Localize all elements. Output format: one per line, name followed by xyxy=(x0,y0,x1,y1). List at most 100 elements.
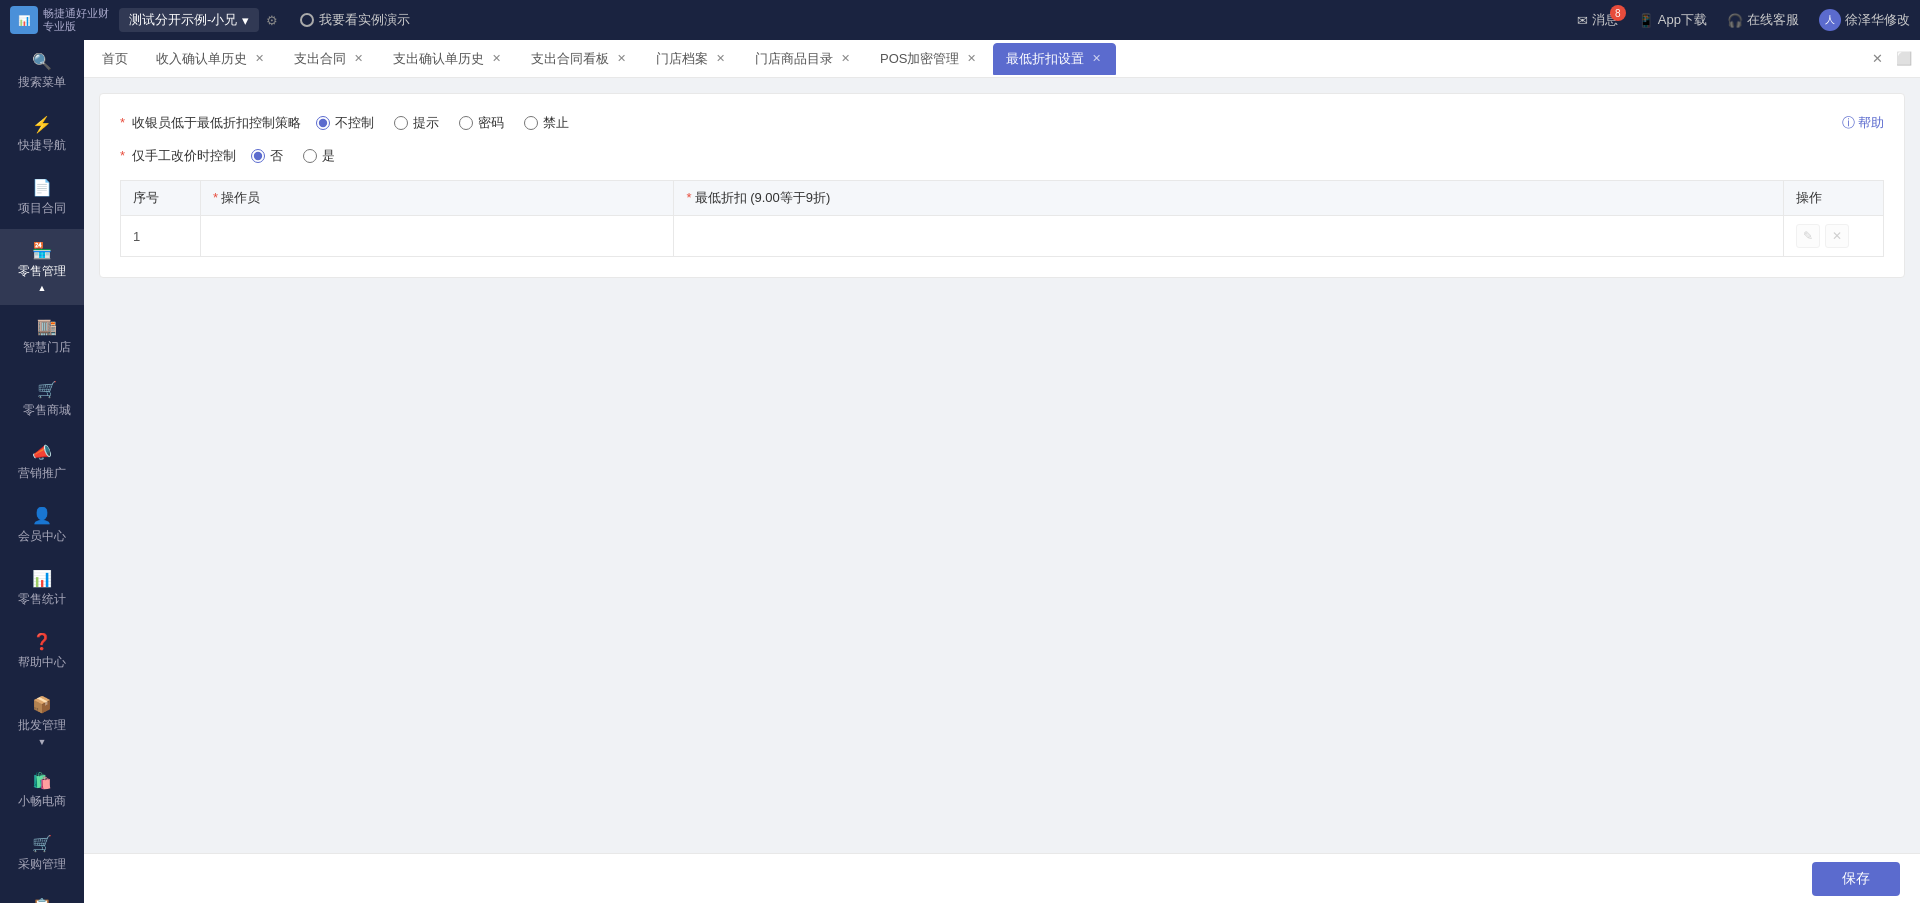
tab-min-discount[interactable]: 最低折扣设置 ✕ xyxy=(993,43,1116,75)
delete-btn[interactable]: ✕ xyxy=(1825,224,1849,248)
sidebar: 🔍 搜索菜单 ⚡ 快捷导航 📄 项目合同 🏪 零售管理 ▲ 🏬 智慧门店 🛒 零… xyxy=(0,40,84,903)
cell-actions: ✎ ✕ xyxy=(1784,216,1884,257)
tab-min-discount-label: 最低折扣设置 xyxy=(1006,50,1084,68)
contract-icon: 📄 xyxy=(32,178,52,197)
project-selector[interactable]: 测试分开示例-小兄 ▾ xyxy=(119,8,259,32)
strategy-prompt[interactable]: 提示 xyxy=(394,114,439,132)
sidebar-item-label: 营销推广 xyxy=(18,465,66,482)
col-operator: *操作员 xyxy=(201,181,674,216)
strategy-no-control[interactable]: 不控制 xyxy=(316,114,374,132)
online-store-icon: 🛒 xyxy=(37,380,57,399)
sidebar-item-search[interactable]: 🔍 搜索菜单 xyxy=(0,40,84,103)
message-badge: 8 xyxy=(1610,5,1626,21)
tab-income-confirm[interactable]: 收入确认单历史 ✕ xyxy=(143,43,279,75)
sidebar-item-label: 批发管理 xyxy=(18,717,66,734)
help-link[interactable]: ⓘ 帮助 xyxy=(1842,114,1884,132)
demo-link[interactable]: 我要看实例演示 xyxy=(300,11,410,29)
strategy-prohibit[interactable]: 禁止 xyxy=(524,114,569,132)
sidebar-item-label: 项目合同 xyxy=(18,200,66,217)
sidebar-item-retail[interactable]: 🏪 零售管理 ▲ xyxy=(0,229,84,305)
strategy-form-row: * 收银员低于最低折扣控制策略 不控制 提示 xyxy=(120,114,1884,132)
manual-no-input[interactable] xyxy=(251,149,265,163)
manual-control-form-row: * 仅手工改价时控制 否 是 xyxy=(120,147,1884,165)
logo-text: 畅捷通好业财 专业版 xyxy=(43,7,109,33)
tab-payment-contract[interactable]: 支出合同 ✕ xyxy=(281,43,378,75)
tab-store-file[interactable]: 门店档案 ✕ xyxy=(643,43,740,75)
sidebar-item-member[interactable]: 👤 会员中心 xyxy=(0,494,84,557)
tab-pos-password-close[interactable]: ✕ xyxy=(964,52,978,66)
sidebar-item-help[interactable]: ❓ 帮助中心 xyxy=(0,620,84,683)
wholesale-icon: 📦 xyxy=(32,695,52,714)
tab-payment-board[interactable]: 支出合同看板 ✕ xyxy=(518,43,641,75)
manual-no[interactable]: 否 xyxy=(251,147,283,165)
table-header-row: 序号 *操作员 *最低折扣 (9.00等于9折) 操作 xyxy=(121,181,1884,216)
online-service-btn[interactable]: 🎧 在线客服 xyxy=(1727,11,1799,29)
sidebar-item-marketing[interactable]: 📣 营销推广 xyxy=(0,431,84,494)
required-mark: * xyxy=(120,148,125,163)
settings-card: * 收银员低于最低折扣控制策略 不控制 提示 xyxy=(99,93,1905,278)
cell-seq: 1 xyxy=(121,216,201,257)
sidebar-item-label: 会员中心 xyxy=(18,528,66,545)
tab-income-confirm-close[interactable]: ✕ xyxy=(252,52,266,66)
sidebar-item-online-store[interactable]: 🛒 零售商城 xyxy=(0,368,84,431)
strategy-no-control-input[interactable] xyxy=(316,116,330,130)
cell-operator xyxy=(201,216,674,257)
online-service-label: 在线客服 xyxy=(1747,11,1799,29)
sidebar-item-retail-stat[interactable]: 📊 零售统计 xyxy=(0,557,84,620)
message-btn[interactable]: ✉ 消息 8 xyxy=(1577,11,1618,29)
sidebar-item-smart-store[interactable]: 🏬 智慧门店 xyxy=(0,305,84,368)
user-btn[interactable]: 人 徐泽华修改 xyxy=(1819,9,1910,31)
manual-yes-input[interactable] xyxy=(303,149,317,163)
logo-icon: 📊 xyxy=(10,6,38,34)
tab-payment-board-close[interactable]: ✕ xyxy=(614,52,628,66)
tab-store-catalog[interactable]: 门店商品目录 ✕ xyxy=(742,43,865,75)
tab-store-file-label: 门店档案 xyxy=(656,50,708,68)
manual-radio-group: 否 是 xyxy=(251,147,335,165)
save-button[interactable]: 保存 xyxy=(1812,862,1900,896)
table-row: 1 ✎ ✕ xyxy=(121,216,1884,257)
tab-pos-password-label: POS加密管理 xyxy=(880,50,959,68)
content-area: 首页 收入确认单历史 ✕ 支出合同 ✕ 支出确认单历史 ✕ 支出合同看板 ✕ 门… xyxy=(84,40,1920,903)
tab-payment-confirm-close[interactable]: ✕ xyxy=(489,52,503,66)
strategy-radio-group: 不控制 提示 密码 禁止 xyxy=(316,114,569,132)
tab-payment-confirm[interactable]: 支出确认单历史 ✕ xyxy=(380,43,516,75)
edit-btn[interactable]: ✎ xyxy=(1796,224,1820,248)
sidebar-item-wholesale[interactable]: 📦 批发管理 ▼ xyxy=(0,683,84,759)
tab-more-btn[interactable]: ⬜ xyxy=(1893,48,1915,70)
topbar: 📊 畅捷通好业财 专业版 测试分开示例-小兄 ▾ ⚙ 我要看实例演示 ✉ 消息 … xyxy=(0,0,1920,40)
topbar-right: ✉ 消息 8 📱 App下载 🎧 在线客服 人 徐泽华修改 xyxy=(1577,9,1910,31)
strategy-password[interactable]: 密码 xyxy=(459,114,504,132)
app-download-btn[interactable]: 📱 App下载 xyxy=(1638,11,1707,29)
message-icon: ✉ xyxy=(1577,13,1588,28)
tab-store-catalog-close[interactable]: ✕ xyxy=(838,52,852,66)
tab-home-label: 首页 xyxy=(102,50,128,68)
col-min-discount: *最低折扣 (9.00等于9折) xyxy=(674,181,1784,216)
sidebar-item-label: 搜索菜单 xyxy=(18,74,66,91)
strategy-prohibit-input[interactable] xyxy=(524,116,538,130)
help-circle-icon: ⓘ xyxy=(1842,114,1855,132)
manual-yes[interactable]: 是 xyxy=(303,147,335,165)
smart-store-icon: 🏬 xyxy=(37,317,57,336)
user-label: 徐泽华修改 xyxy=(1845,11,1910,29)
tab-payment-contract-close[interactable]: ✕ xyxy=(351,52,365,66)
tab-income-confirm-label: 收入确认单历史 xyxy=(156,50,247,68)
required-mark: * xyxy=(120,115,125,130)
sidebar-item-contract[interactable]: 📄 项目合同 xyxy=(0,166,84,229)
sidebar-item-ecommerce[interactable]: 🛍️ 小畅电商 xyxy=(0,759,84,822)
tab-close-current-btn[interactable]: ✕ xyxy=(1866,48,1888,70)
sidebar-item-shortcut[interactable]: ⚡ 快捷导航 xyxy=(0,103,84,166)
tab-store-file-close[interactable]: ✕ xyxy=(713,52,727,66)
tab-payment-confirm-label: 支出确认单历史 xyxy=(393,50,484,68)
app-logo: 📊 畅捷通好业财 专业版 xyxy=(10,6,109,34)
strategy-password-input[interactable] xyxy=(459,116,473,130)
retail-stat-icon: 📊 xyxy=(32,569,52,588)
settings-icon[interactable]: ⚙ xyxy=(259,7,285,33)
sidebar-item-purchase[interactable]: 🛒 采购管理 xyxy=(0,822,84,885)
tab-store-catalog-label: 门店商品目录 xyxy=(755,50,833,68)
tab-pos-password[interactable]: POS加密管理 ✕ xyxy=(867,43,991,75)
tab-payment-contract-label: 支出合同 xyxy=(294,50,346,68)
tab-home[interactable]: 首页 xyxy=(89,43,141,75)
strategy-prompt-input[interactable] xyxy=(394,116,408,130)
sidebar-item-inventory[interactable]: 📋 库存核算 xyxy=(0,885,84,903)
tab-min-discount-close[interactable]: ✕ xyxy=(1089,52,1103,66)
